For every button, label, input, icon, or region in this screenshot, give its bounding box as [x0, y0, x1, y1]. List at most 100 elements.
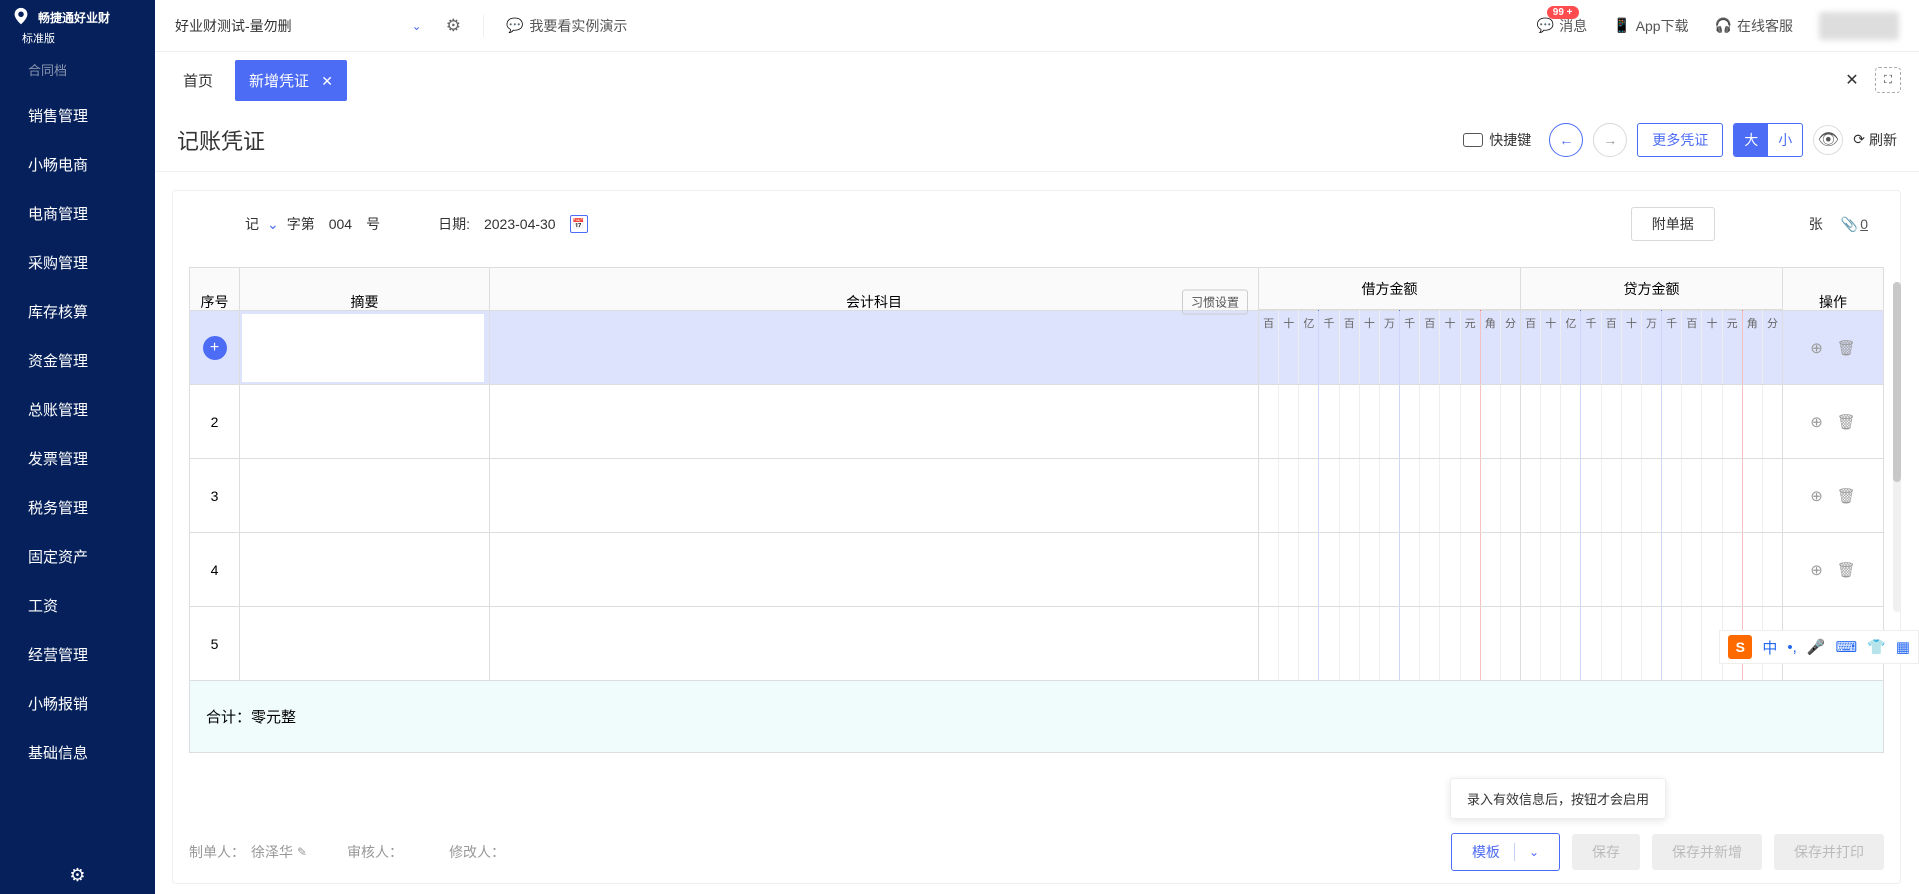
close-all-tabs-icon[interactable]: ✕: [1839, 67, 1865, 93]
copy-row-icon[interactable]: ⊕: [1810, 339, 1823, 357]
brand-version: 标准版: [0, 30, 155, 52]
sidebar-item-funds[interactable]: 资金管理: [0, 336, 155, 385]
prev-voucher-button[interactable]: ←: [1549, 123, 1583, 157]
edit-maker-icon[interactable]: ✎: [297, 845, 307, 859]
copy-row-icon[interactable]: ⊕: [1810, 561, 1823, 579]
sidebar-item-ecom[interactable]: 电商管理: [0, 189, 155, 238]
tab-new-voucher[interactable]: 新增凭证 ✕: [235, 60, 347, 101]
summary-cell[interactable]: [240, 311, 490, 384]
sidebar-item-expense[interactable]: 小畅报销: [0, 679, 155, 728]
op-cell: ⊕🗑: [1783, 385, 1883, 458]
size-toggle: 大 小: [1733, 123, 1803, 157]
sidebar-item-mgmt[interactable]: 经营管理: [0, 630, 155, 679]
keyboard-icon: [1463, 133, 1483, 147]
voucher-number[interactable]: 004: [323, 216, 358, 232]
size-small-button[interactable]: 小: [1768, 124, 1802, 156]
credit-cell[interactable]: [1521, 385, 1783, 458]
date-group: 日期: 2023-04-30 📅: [438, 214, 588, 234]
more-vouchers-button[interactable]: 更多凭证: [1637, 123, 1723, 157]
total-row: 合计：零元整: [190, 680, 1883, 752]
copy-row-icon[interactable]: ⊕: [1810, 413, 1823, 431]
scrollbar-thumb[interactable]: [1893, 282, 1901, 482]
sidebar-item-invoice[interactable]: 发票管理: [0, 434, 155, 483]
sidebar-item-basedata[interactable]: 基础信息: [0, 728, 155, 777]
ime-lang-label[interactable]: 中: [1762, 637, 1777, 658]
template-button[interactable]: 模板 ⌄: [1451, 833, 1560, 871]
sidebar-item-tax[interactable]: 税务管理: [0, 483, 155, 532]
demo-link[interactable]: 💬 我要看实例演示: [506, 16, 627, 36]
account-cell[interactable]: [490, 607, 1259, 680]
sidebar-item-salary[interactable]: 工资: [0, 581, 155, 630]
sidebar-item-inventory[interactable]: 库存核算: [0, 287, 155, 336]
tab-label: 新增凭证: [249, 73, 309, 90]
account-cell[interactable]: [490, 459, 1259, 532]
workspace-settings-icon[interactable]: ⚙: [446, 16, 461, 36]
refresh-label: 刷新: [1869, 130, 1897, 150]
summary-cell[interactable]: [240, 385, 490, 458]
attach-button[interactable]: 附单据: [1631, 207, 1715, 241]
refresh-button[interactable]: ⟳ 刷新: [1853, 130, 1897, 150]
summary-cell[interactable]: [240, 459, 490, 532]
debit-cell[interactable]: [1259, 385, 1521, 458]
calendar-icon[interactable]: 📅: [570, 215, 588, 233]
summary-cell[interactable]: [240, 533, 490, 606]
voucher-table: 序号 摘要 会计科目 习惯设置 借方金额 百十亿千百十万千百十元角分 贷方金额 …: [189, 267, 1884, 753]
vertical-scrollbar[interactable]: [1893, 282, 1901, 612]
debit-cell[interactable]: [1259, 311, 1521, 384]
date-input[interactable]: 2023-04-30: [480, 216, 560, 232]
copy-row-icon[interactable]: ⊕: [1810, 487, 1823, 505]
ime-menu-icon[interactable]: ▦: [1896, 638, 1910, 656]
summary-cell[interactable]: [240, 607, 490, 680]
table-row: 5 ⊕🗑: [190, 606, 1883, 680]
workspace-name: 好业财测试-量勿删: [175, 16, 292, 36]
ime-punct-icon[interactable]: •,: [1787, 639, 1796, 656]
debit-cell[interactable]: [1259, 533, 1521, 606]
account-cell[interactable]: [490, 311, 1259, 384]
messages-button[interactable]: 💬 消息 99 +: [1537, 16, 1587, 36]
sidebar-item-gl[interactable]: 总账管理: [0, 385, 155, 434]
ime-logo-icon: S: [1728, 635, 1752, 659]
paperclip-icon[interactable]: 📎0: [1841, 216, 1868, 233]
divider: [483, 15, 484, 37]
summary-input[interactable]: [242, 314, 484, 382]
sidebar-item-ecom-xc[interactable]: 小畅电商: [0, 140, 155, 189]
ime-mic-icon[interactable]: 🎤: [1807, 638, 1826, 656]
brand-name: 畅捷通好业财: [38, 9, 110, 26]
fullscreen-icon[interactable]: ⛶: [1875, 67, 1901, 93]
chevron-down-icon: ⌄: [412, 19, 422, 33]
delete-row-icon[interactable]: 🗑: [1837, 487, 1856, 505]
next-voucher-button[interactable]: →: [1593, 123, 1627, 157]
sidebar-item-cut[interactable]: 合同档: [0, 60, 155, 91]
credit-cell[interactable]: [1521, 311, 1783, 384]
support-button[interactable]: 🎧 在线客服: [1715, 16, 1793, 36]
delete-row-icon[interactable]: 🗑: [1837, 339, 1856, 357]
credit-cell[interactable]: [1521, 459, 1783, 532]
ime-toolbar[interactable]: S 中 •, 🎤 ⌨ 👕 ▦: [1719, 630, 1919, 664]
settings-gear-icon[interactable]: ⚙: [0, 865, 155, 886]
delete-row-icon[interactable]: 🗑: [1837, 561, 1856, 579]
tab-close-icon[interactable]: ✕: [321, 73, 333, 89]
debit-cell[interactable]: [1259, 607, 1521, 680]
delete-row-icon[interactable]: 🗑: [1837, 413, 1856, 431]
app-download-button[interactable]: 📱 App下载: [1613, 16, 1688, 36]
account-cell[interactable]: [490, 385, 1259, 458]
account-cell[interactable]: [490, 533, 1259, 606]
tab-home[interactable]: 首页: [161, 60, 235, 101]
ime-skin-icon[interactable]: 👕: [1867, 638, 1886, 656]
workspace-select[interactable]: 好业财测试-量勿删 ⌄: [175, 16, 422, 36]
add-row-icon[interactable]: +: [203, 336, 227, 360]
sidebar-item-purchase[interactable]: 采购管理: [0, 238, 155, 287]
sidebar-item-asset[interactable]: 固定资产: [0, 532, 155, 581]
shortcut-button[interactable]: 快捷键: [1455, 126, 1539, 154]
ime-keyboard-icon[interactable]: ⌨: [1835, 638, 1857, 656]
credit-cell[interactable]: [1521, 533, 1783, 606]
preview-icon[interactable]: 👁: [1813, 125, 1843, 155]
op-cell: ⊕🗑: [1783, 311, 1883, 384]
voucher-type-select[interactable]: 记 ⌄ 字第: [245, 214, 315, 234]
user-avatar[interactable]: [1819, 12, 1899, 40]
maker-group: 制单人： 徐泽华 ✎: [189, 842, 307, 862]
topbar: 好业财测试-量勿删 ⌄ ⚙ 💬 我要看实例演示 💬 消息 99 + 📱 App下…: [155, 0, 1919, 52]
sidebar-item-sales[interactable]: 销售管理: [0, 91, 155, 140]
debit-cell[interactable]: [1259, 459, 1521, 532]
size-big-button[interactable]: 大: [1734, 124, 1768, 156]
